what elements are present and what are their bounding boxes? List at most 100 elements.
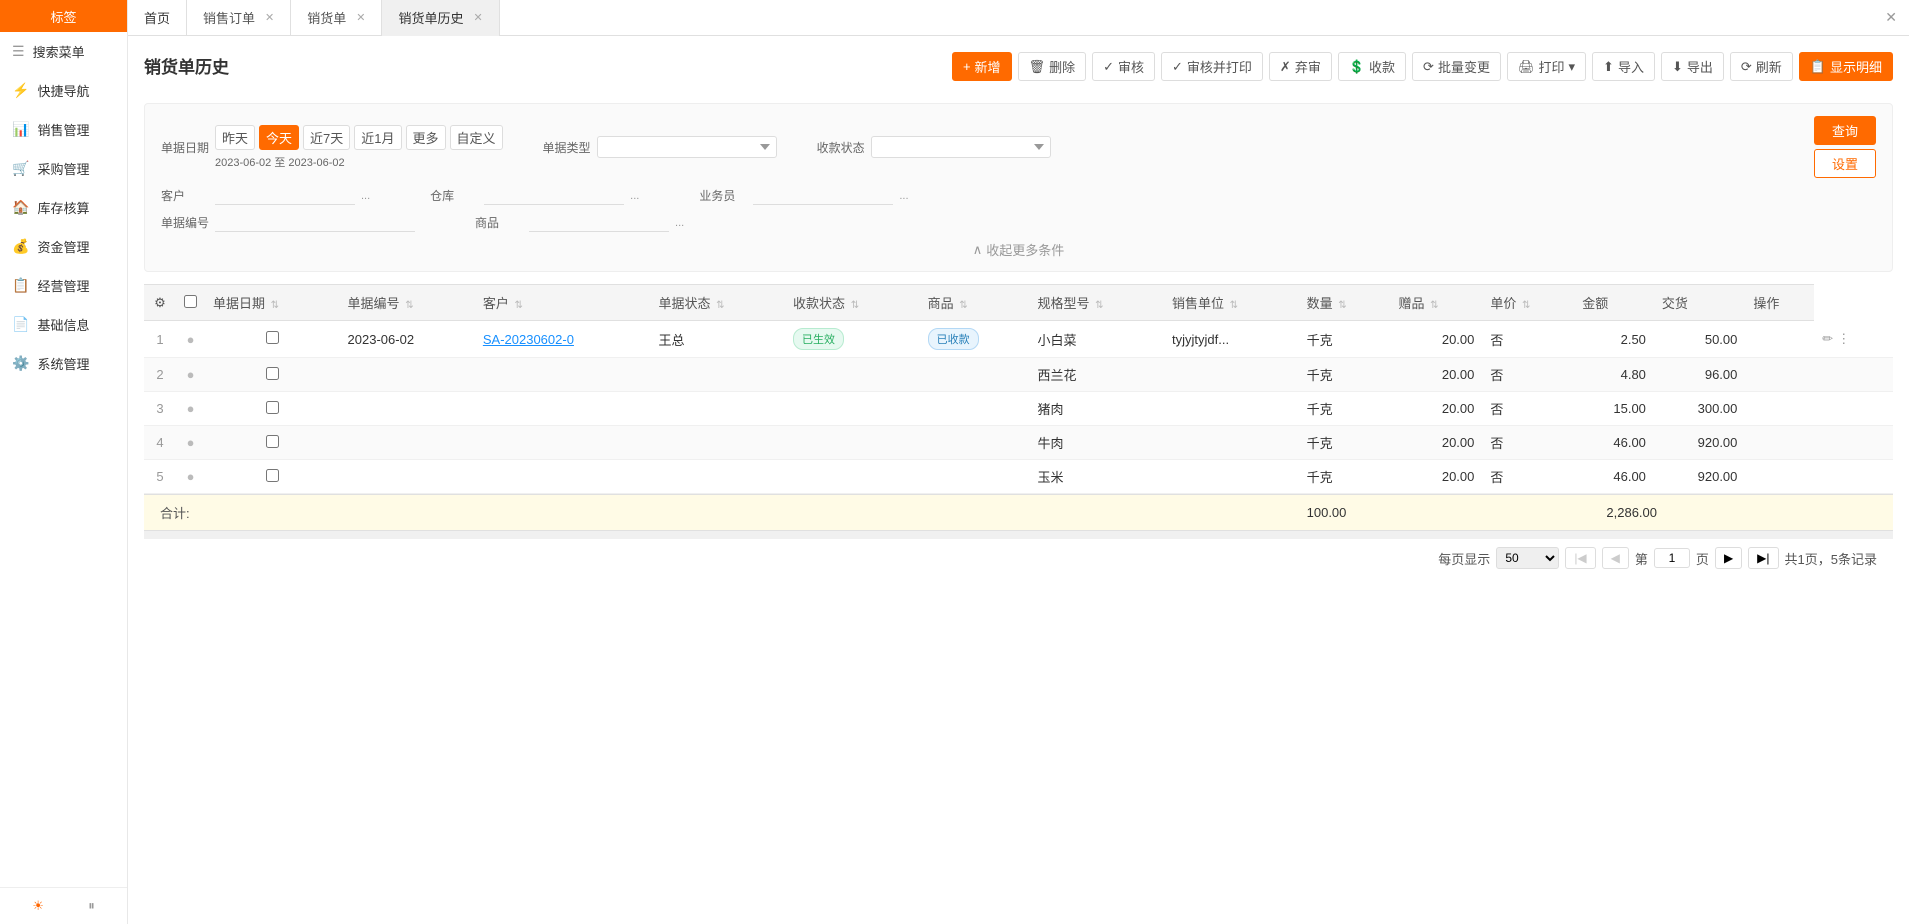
sidebar-item-finance[interactable]: 💰 资金管理 [0, 227, 127, 266]
row-delivery-2 [1745, 392, 1814, 426]
col-goods[interactable]: 商品 ⇅ [920, 285, 1030, 321]
filter-doc-type-select[interactable] [597, 136, 777, 158]
sidebar-item-operations[interactable]: 📋 经营管理 [0, 266, 127, 305]
col-unit[interactable]: 销售单位 ⇅ [1164, 285, 1299, 321]
new-button[interactable]: + 新增 [952, 52, 1012, 81]
row-qty-4: 20.00 [1390, 460, 1482, 494]
audit-print-button[interactable]: ✓ 审核并打印 [1161, 52, 1263, 81]
date-btn-yesterday[interactable]: 昨天 [215, 125, 255, 150]
goods-picker-icon[interactable]: ... [675, 217, 684, 229]
col-doc-date[interactable]: 单据日期 ⇅ [205, 285, 340, 321]
select-all-checkbox[interactable] [184, 295, 197, 308]
row-num-4: 5 [144, 460, 176, 494]
col-qty[interactable]: 数量 ⇅ [1299, 285, 1391, 321]
tab-sales-delivery[interactable]: 销货单 ✕ [291, 0, 382, 36]
date-btn-custom[interactable]: 自定义 [450, 125, 503, 150]
date-btn-last-month[interactable]: 近1月 [354, 125, 401, 150]
date-btn-last7[interactable]: 近7天 [303, 125, 350, 150]
first-page-button[interactable]: |◀ [1565, 547, 1595, 569]
row-check-4[interactable] [266, 469, 279, 482]
row-check-3[interactable] [266, 435, 279, 448]
sidebar-bottom-icon1[interactable]: ☀ [32, 898, 44, 914]
show-detail-button[interactable]: 📋 显示明细 [1799, 52, 1893, 81]
batch-change-button[interactable]: ⟳ 批量变更 [1412, 52, 1501, 81]
row-checkbox-3[interactable] [205, 426, 340, 460]
audit-icon: ✓ [1103, 59, 1114, 75]
tab-sales-history-close[interactable]: ✕ [474, 11, 483, 24]
col-gift[interactable]: 赠品 ⇅ [1390, 285, 1482, 321]
col-spec[interactable]: 规格型号 ⇅ [1029, 285, 1164, 321]
filter-collection-status-select[interactable] [871, 136, 1051, 158]
row-delivery-4 [1745, 460, 1814, 494]
sidebar-top-label: 标签 [50, 7, 76, 26]
sidebar-bottom-icon2[interactable]: ⏸ [88, 898, 95, 914]
filter-collection-status-label: 收款状态 [817, 139, 865, 156]
tab-bar-close[interactable]: ✕ [1873, 9, 1909, 26]
sidebar-item-purchase-mgmt[interactable]: 🛒 采购管理 [0, 149, 127, 188]
col-doc-no[interactable]: 单据编号 ⇅ [340, 285, 475, 321]
filter-warehouse-input[interactable] [484, 186, 624, 205]
row-checkbox-2[interactable] [205, 392, 340, 426]
doc-no-link-0[interactable]: SA-20230602-0 [483, 332, 574, 347]
row-doc-no-0[interactable]: SA-20230602-0 [475, 321, 651, 358]
row-checkbox-0[interactable] [205, 321, 340, 358]
refresh-button[interactable]: ⟳ 刷新 [1730, 52, 1793, 81]
abandon-button[interactable]: ✗ 弃审 [1269, 52, 1332, 81]
salesperson-picker-icon[interactable]: ... [899, 190, 908, 202]
col-settings[interactable]: ⚙ [144, 285, 176, 321]
sidebar-item-inventory[interactable]: 🏠 库存核算 [0, 188, 127, 227]
horizontal-scrollbar[interactable] [144, 530, 1893, 538]
sidebar-item-sales-mgmt[interactable]: 📊 销售管理 [0, 110, 127, 149]
action-more-0[interactable]: ⋮ [1837, 331, 1850, 346]
filter-salesperson-input[interactable] [753, 186, 893, 205]
table-row: 2●西兰花千克20.00否4.8096.00 [144, 358, 1893, 392]
per-page-select[interactable]: 50 100 200 [1496, 547, 1559, 569]
row-check-0[interactable] [266, 331, 279, 344]
next-page-button[interactable]: ▶ [1715, 547, 1742, 569]
sidebar-item-basic-info[interactable]: 📄 基础信息 [0, 305, 127, 344]
row-checkbox-4[interactable] [205, 460, 340, 494]
col-unit-price[interactable]: 单价 ⇅ [1482, 285, 1574, 321]
tab-sales-delivery-close[interactable]: ✕ [356, 11, 365, 24]
date-btn-today[interactable]: 今天 [259, 125, 299, 150]
sidebar-item-system-mgmt[interactable]: ⚙️ 系统管理 [0, 344, 127, 383]
collect-button[interactable]: 💲 收款 [1338, 52, 1406, 81]
action-edit-0[interactable]: ✏ [1822, 331, 1833, 346]
row-check-1[interactable] [266, 367, 279, 380]
tab-sales-order[interactable]: 销售订单 ✕ [187, 0, 291, 36]
filter-customer-input[interactable] [215, 186, 355, 205]
collapse-button[interactable]: ∧ 收起更多条件 [161, 240, 1876, 259]
row-check-2[interactable] [266, 401, 279, 414]
tab-sales-order-label: 销售订单 [203, 8, 255, 27]
sidebar-item-search-menu[interactable]: ☰ 搜索菜单 [0, 32, 127, 71]
row-gift-0: 否 [1482, 321, 1574, 358]
date-btn-more[interactable]: 更多 [406, 125, 446, 150]
tab-sales-order-close[interactable]: ✕ [265, 11, 274, 24]
settings-button[interactable]: 设置 [1814, 149, 1876, 178]
tab-sales-history[interactable]: 销货单历史 ✕ [382, 0, 499, 36]
page-number-input[interactable] [1654, 548, 1690, 568]
row-customer-3 [651, 426, 786, 460]
query-button[interactable]: 查询 [1814, 116, 1876, 145]
col-doc-status[interactable]: 单据状态 ⇅ [651, 285, 786, 321]
import-button[interactable]: ⬆ 导入 [1592, 52, 1655, 81]
sidebar-top[interactable]: 标签 [0, 0, 127, 32]
delete-button[interactable]: 🗑 删除 [1018, 52, 1087, 81]
last-page-button[interactable]: ▶| [1748, 547, 1778, 569]
sidebar-item-quick-nav[interactable]: ⚡ 快捷导航 [0, 71, 127, 110]
col-customer[interactable]: 客户 ⇅ [475, 285, 651, 321]
export-button[interactable]: ⬇ 导出 [1661, 52, 1724, 81]
print-button[interactable]: 🖨 打印 ▾ [1507, 52, 1586, 81]
filter-doc-no-input[interactable] [215, 213, 415, 232]
col-collection-status[interactable]: 收款状态 ⇅ [785, 285, 920, 321]
audit-button[interactable]: ✓ 审核 [1092, 52, 1155, 81]
tab-home[interactable]: 首页 [128, 0, 187, 36]
filter-date-block: 昨天 今天 近7天 近1月 更多 [215, 125, 503, 170]
row-checkbox-1[interactable] [205, 358, 340, 392]
warehouse-picker-icon[interactable]: ... [630, 190, 639, 202]
customer-picker-icon[interactable]: ... [361, 190, 370, 202]
col-checkbox[interactable] [176, 285, 205, 321]
prev-page-button[interactable]: ◀ [1602, 547, 1629, 569]
filter-goods: 商品 ... [475, 213, 684, 232]
filter-goods-input[interactable] [529, 213, 669, 232]
